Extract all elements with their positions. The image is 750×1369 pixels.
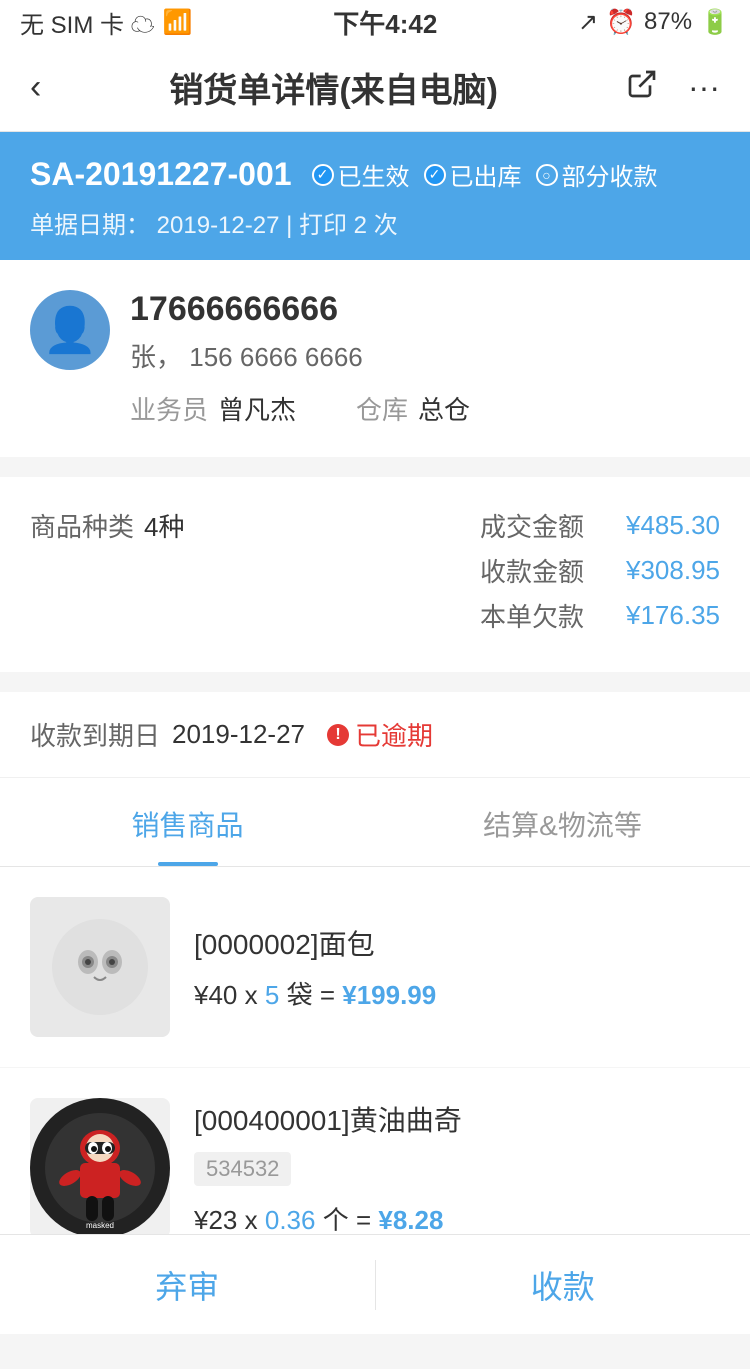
- location-icon: ↗: [578, 8, 598, 37]
- tab-sales-products[interactable]: 销售商品: [0, 778, 375, 866]
- alarm-icon: ⏰: [606, 8, 636, 37]
- battery-status: 87%: [644, 8, 692, 36]
- page-title: 销货单详情(来自电脑): [169, 63, 498, 112]
- order-header-top: SA-20191227-001 ✓ 已生效 ✓ 已出库 ○ 部分收款: [30, 156, 720, 193]
- salesperson-info: 业务员 曾凡杰: [130, 390, 296, 427]
- summary-section: 商品种类 4种 成交金额 ¥485.30 收款金额 ¥308.95 本单欠款 ¥…: [0, 477, 750, 672]
- nav-bar: ‹ 销货单详情(来自电脑) ···: [0, 44, 750, 132]
- status-bar: 无 SIM 卡 ☁ 📶 下午4:42 ↗ ⏰ 87% 🔋: [0, 0, 750, 44]
- back-button[interactable]: ‹: [30, 68, 41, 107]
- products-section: [0000002]面包 ¥40 x 5 袋 = ¥199.99: [0, 867, 750, 1269]
- status-bar-right: ↗ ⏰ 87% 🔋: [578, 8, 730, 37]
- summary-right: 成交金额 ¥485.30 收款金额 ¥308.95 本单欠款 ¥176.35: [480, 507, 720, 642]
- overdue-icon: !: [327, 724, 349, 746]
- summary-left: 商品种类 4种: [30, 507, 184, 544]
- share-icon[interactable]: [626, 68, 658, 108]
- check-icon-2: ✓: [424, 164, 446, 186]
- product-price-2: ¥23 x 0.36 个 = ¥8.28: [194, 1200, 720, 1237]
- product-image-svg-2: masked: [30, 1098, 170, 1238]
- status-bar-left: 无 SIM 卡 ☁ 📶: [20, 5, 193, 40]
- clock-icon: ○: [536, 164, 558, 186]
- order-header: SA-20191227-001 ✓ 已生效 ✓ 已出库 ○ 部分收款 单据日期：…: [0, 132, 750, 260]
- customer-phone: 张， 156 6666 6666: [130, 337, 720, 374]
- product-item: [0000002]面包 ¥40 x 5 袋 = ¥199.99: [0, 867, 750, 1068]
- product-details-1: [0000002]面包 ¥40 x 5 袋 = ¥199.99: [194, 923, 720, 1012]
- battery-icon: 🔋: [700, 8, 730, 37]
- warehouse-info: 仓库 总仓: [356, 390, 470, 427]
- sim-status: 无 SIM 卡 ☁: [20, 5, 155, 40]
- product-placeholder-1: [30, 897, 170, 1037]
- received-row: 收款金额 ¥308.95: [480, 552, 720, 589]
- product-image-2: masked: [30, 1098, 170, 1238]
- deal-amount-row: 成交金额 ¥485.30: [480, 507, 720, 544]
- due-date-section: 收款到期日 2019-12-27 ! 已逾期: [0, 692, 750, 778]
- status-shipped: ✓ 已出库: [424, 157, 522, 192]
- product-image-1: [30, 897, 170, 1037]
- customer-id: 17666666666: [130, 290, 720, 329]
- more-icon[interactable]: ···: [688, 69, 720, 106]
- confirm-button[interactable]: 收款: [376, 1242, 750, 1328]
- customer-meta: 业务员 曾凡杰 仓库 总仓: [130, 390, 720, 427]
- cancel-button[interactable]: 弃审: [0, 1242, 375, 1328]
- order-number: SA-20191227-001: [30, 156, 292, 193]
- customer-info: 17666666666 张， 156 6666 6666 业务员 曾凡杰 仓库 …: [130, 290, 720, 427]
- tabs-section: 销售商品 结算&物流等: [0, 778, 750, 867]
- tab-settlement-logistics[interactable]: 结算&物流等: [375, 778, 750, 866]
- status-partial: ○ 部分收款: [536, 157, 658, 192]
- status-badges: ✓ 已生效 ✓ 已出库 ○ 部分收款: [312, 157, 658, 192]
- debt-row: 本单欠款 ¥176.35: [480, 597, 720, 634]
- footer: 弃审 收款: [0, 1234, 750, 1334]
- status-active: ✓ 已生效: [312, 157, 410, 192]
- wifi-icon: 📶: [163, 8, 193, 37]
- avatar-icon: 👤: [43, 304, 98, 356]
- svg-text:masked: masked: [86, 1221, 114, 1230]
- status-bar-time: 下午4:42: [333, 4, 437, 41]
- product-details-2: [000400001]黄油曲奇 534532 ¥23 x 0.36 个 = ¥8…: [194, 1099, 720, 1237]
- product-sku-2: 534532: [194, 1152, 291, 1186]
- check-icon: ✓: [312, 164, 334, 186]
- product-name-1: [0000002]面包: [194, 923, 720, 963]
- product-price-1: ¥40 x 5 袋 = ¥199.99: [194, 975, 720, 1012]
- product-name-2: [000400001]黄油曲奇: [194, 1099, 720, 1139]
- overdue-badge: ! 已逾期: [327, 716, 433, 753]
- customer-section: 👤 17666666666 张， 156 6666 6666 业务员 曾凡杰 仓…: [0, 260, 750, 457]
- order-date: 单据日期： 2019-12-27 | 打印 2 次: [30, 205, 720, 240]
- avatar: 👤: [30, 290, 110, 370]
- nav-actions: ···: [626, 68, 720, 108]
